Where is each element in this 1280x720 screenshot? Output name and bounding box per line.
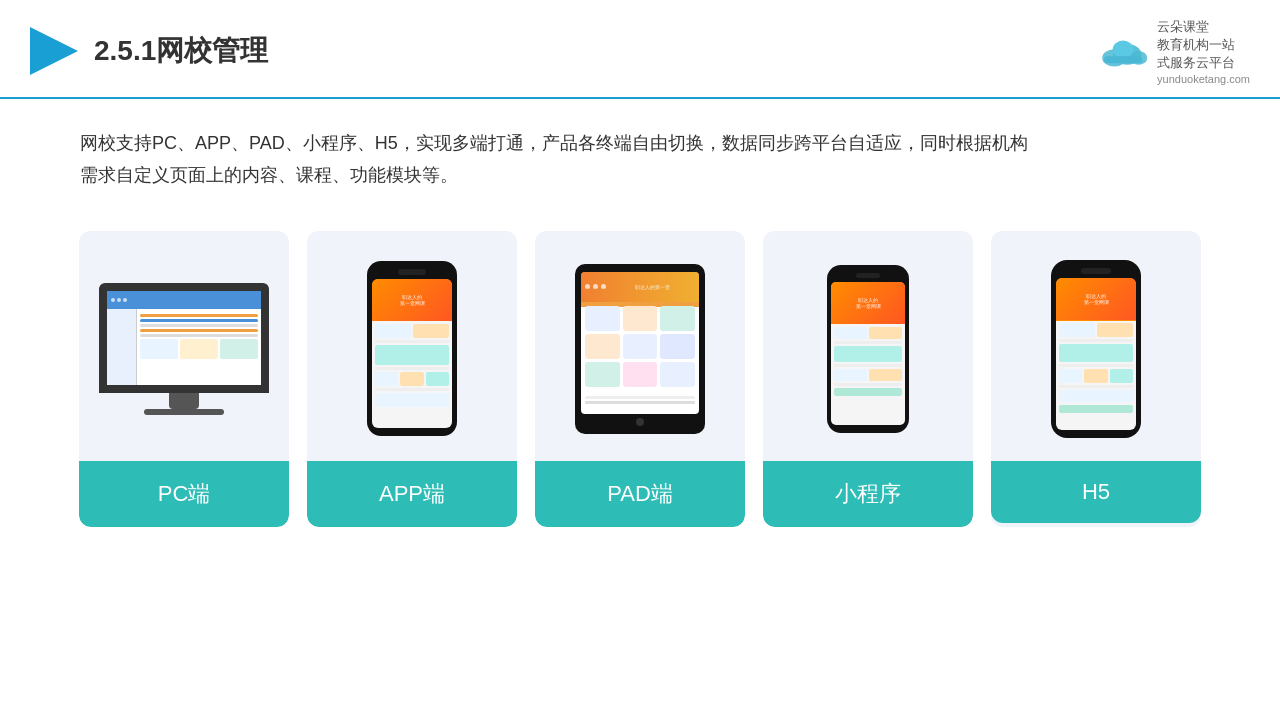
device-phone: 职达人的第一堂网课 (367, 261, 457, 436)
brand-slogan: 教育机构一站 (1157, 36, 1250, 54)
device-h5: 职达人的第一堂网课 (1051, 260, 1141, 438)
card-h5-image: 职达人的第一堂网课 (991, 231, 1201, 461)
pc-screen (99, 283, 269, 393)
card-miniapp-image: 职达人的第一堂网课 (763, 231, 973, 461)
card-pc-image (79, 231, 289, 461)
card-miniapp-label: 小程序 (763, 461, 973, 527)
logo-icon (30, 27, 78, 75)
brand-logo: 云朵课堂 教育机构一站 式服务云平台 yunduoketang.com (1097, 18, 1250, 85)
card-h5-label: H5 (991, 461, 1201, 523)
card-pad-label: PAD端 (535, 461, 745, 527)
card-miniapp: 职达人的第一堂网课 (763, 231, 973, 527)
cloud-logo-icon (1097, 33, 1149, 69)
description-line1: 网校支持PC、APP、PAD、小程序、H5，实现多端打通，产品各终端自由切换，数… (80, 127, 1200, 159)
card-app-label: APP端 (307, 461, 517, 527)
card-pad-image: 职达人的第一堂 (535, 231, 745, 461)
header-left: 2.5.1网校管理 (30, 27, 268, 75)
header: 2.5.1网校管理 云朵课堂 教育机构一站 式服务云平台 yunduoketan… (0, 0, 1280, 99)
device-miniapp: 职达人的第一堂网课 (827, 265, 909, 433)
brand-slogan2: 式服务云平台 (1157, 54, 1250, 72)
brand-name: 云朵课堂 (1157, 18, 1250, 36)
cards-container: PC端 职达人的第一堂网课 (0, 211, 1280, 547)
device-tablet: 职达人的第一堂 (575, 264, 705, 434)
card-pad: 职达人的第一堂 (535, 231, 745, 527)
card-pc-label: PC端 (79, 461, 289, 527)
card-app: 职达人的第一堂网课 (307, 231, 517, 527)
description-text: 网校支持PC、APP、PAD、小程序、H5，实现多端打通，产品各终端自由切换，数… (0, 99, 1280, 202)
brand-info: 云朵课堂 教育机构一站 式服务云平台 yunduoketang.com (1157, 18, 1250, 85)
card-pc: PC端 (79, 231, 289, 527)
svg-marker-0 (30, 27, 78, 75)
brand-url: yunduoketang.com (1157, 73, 1250, 85)
header-right: 云朵课堂 教育机构一站 式服务云平台 yunduoketang.com (1097, 18, 1250, 85)
card-app-image: 职达人的第一堂网课 (307, 231, 517, 461)
description-line2: 需求自定义页面上的内容、课程、功能模块等。 (80, 159, 1200, 191)
device-pc (99, 283, 269, 415)
svg-rect-5 (1104, 56, 1142, 63)
card-h5: 职达人的第一堂网课 (991, 231, 1201, 527)
page-title: 2.5.1网校管理 (94, 32, 268, 70)
svg-point-4 (1113, 41, 1134, 58)
